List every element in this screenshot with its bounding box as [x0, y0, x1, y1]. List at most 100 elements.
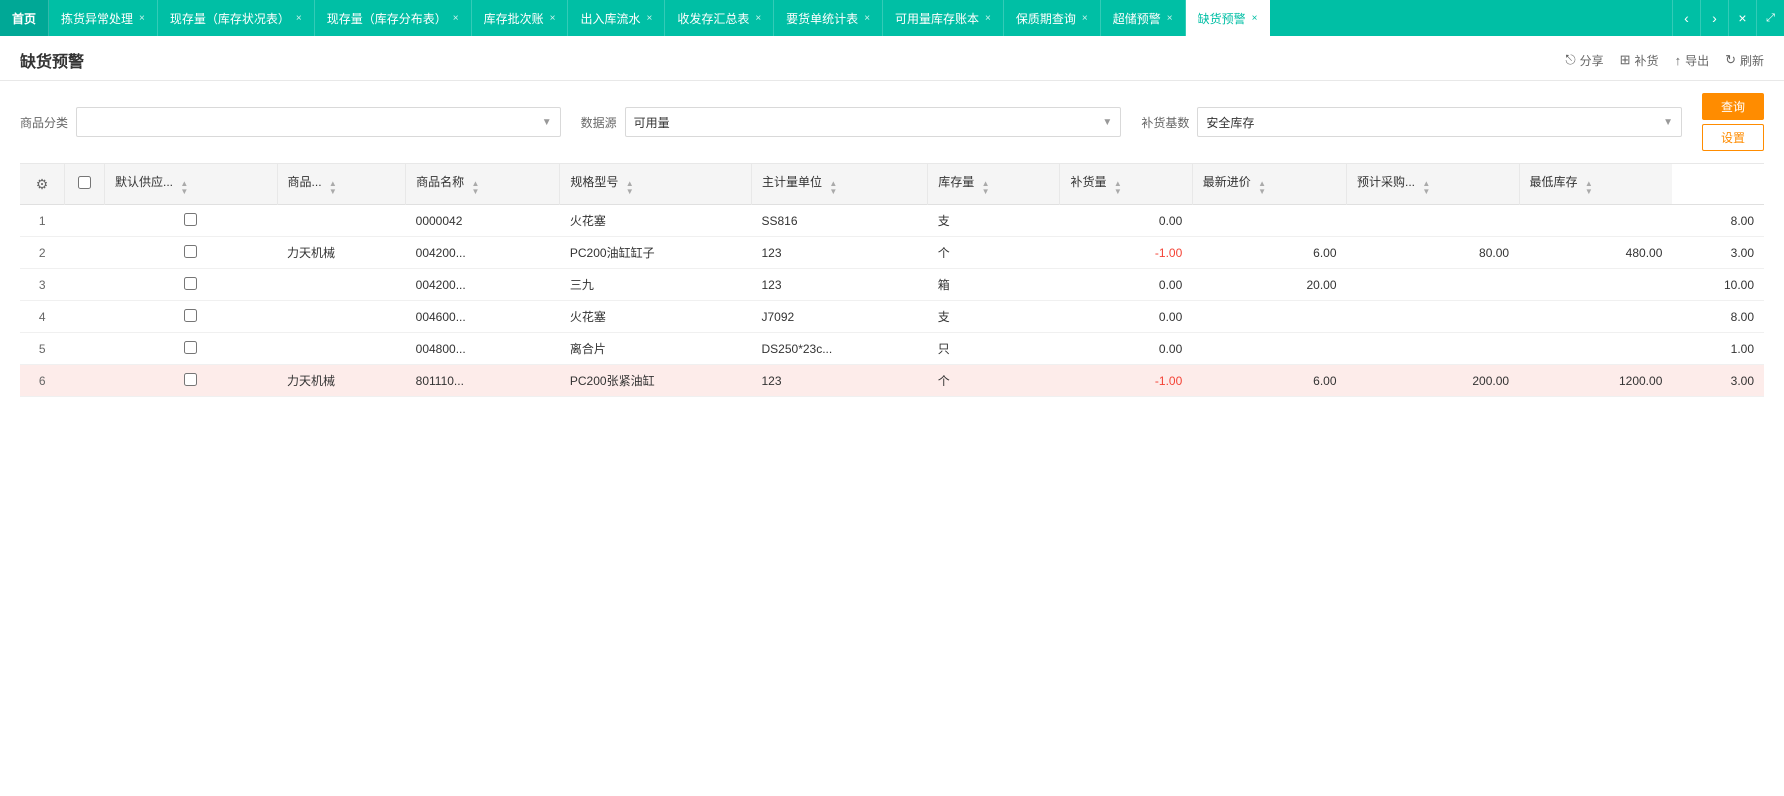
replenish-chevron-down-icon: ▼: [1663, 117, 1673, 128]
row-latest-price: [1347, 333, 1520, 365]
nav-tab-close-4[interactable]: ×: [550, 13, 556, 24]
export-icon: ↑: [1675, 53, 1682, 68]
th-stock-label: 库存量: [938, 175, 974, 189]
nav-tab-close-10[interactable]: ×: [1167, 13, 1173, 24]
row-checkbox-3[interactable]: [184, 309, 197, 322]
row-spec: 123: [752, 269, 928, 301]
row-checkbox-1[interactable]: [184, 245, 197, 258]
nav-arrow-right[interactable]: ›: [1700, 0, 1728, 36]
row-min-stock: 8.00: [1672, 205, 1764, 237]
th-stock[interactable]: 库存量 ▲▼: [928, 164, 1060, 205]
refresh-button[interactable]: ↻ 刷新: [1725, 52, 1764, 69]
row-product-code: 004800...: [406, 333, 560, 365]
row-latest-price: [1347, 269, 1520, 301]
row-product-code: 0000042: [406, 205, 560, 237]
th-min-stock[interactable]: 最低库存 ▲▼: [1519, 164, 1672, 205]
nav-tab-close-3[interactable]: ×: [453, 13, 459, 24]
th-spec[interactable]: 规格型号 ▲▼: [560, 164, 752, 205]
export-button[interactable]: ↑ 导出: [1675, 52, 1710, 69]
nav-tab-close-11[interactable]: ×: [1252, 13, 1258, 24]
row-number: 5: [20, 333, 65, 365]
nav-tab-7[interactable]: 要货单统计表 ×: [774, 0, 883, 36]
row-gear-cell: [65, 205, 105, 237]
nav-close-btn[interactable]: ×: [1728, 0, 1756, 36]
category-select[interactable]: ▼: [76, 107, 561, 137]
nav-tab-close-6[interactable]: ×: [755, 13, 761, 24]
table-row: 4 004600... 火花塞 J7092 支 0.00 8.00: [20, 301, 1764, 333]
nav-tab-2[interactable]: 现存量（库存状况表） ×: [158, 0, 315, 36]
nav-tab-close-8[interactable]: ×: [985, 13, 991, 24]
nav-tab-close-5[interactable]: ×: [646, 13, 652, 24]
refresh-label: 刷新: [1740, 52, 1764, 69]
share-button[interactable]: ⎋ 分享: [1565, 52, 1603, 69]
export-label: 导出: [1685, 52, 1709, 69]
nav-tab-home-label: 首页: [12, 10, 36, 27]
nav-tab-close-2[interactable]: ×: [296, 13, 302, 24]
row-supplier: 力天机械: [277, 365, 406, 397]
th-supplier[interactable]: 默认供应... ▲▼: [105, 164, 278, 205]
nav-tab-close-1[interactable]: ×: [139, 13, 145, 24]
share-label: 分享: [1580, 52, 1604, 69]
table-body: 1 0000042 火花塞 SS816 支 0.00 8.00 2 力天机械 0…: [20, 205, 1764, 397]
min-stock-sort-icon: ▲▼: [1585, 180, 1593, 196]
row-checkbox-cell[interactable]: [105, 237, 278, 269]
row-checkbox-cell[interactable]: [105, 365, 278, 397]
table-header-row: ⚙ 默认供应... ▲▼ 商品... ▲▼ 商品名称: [20, 164, 1764, 205]
th-product-name[interactable]: 商品名称 ▲▼: [406, 164, 560, 205]
th-est-purchase[interactable]: 预计采购... ▲▼: [1347, 164, 1520, 205]
th-latest-price[interactable]: 最新进价 ▲▼: [1192, 164, 1346, 205]
row-number: 2: [20, 237, 65, 269]
row-gear-cell: [65, 365, 105, 397]
select-all-checkbox[interactable]: [78, 176, 91, 189]
row-spec: SS816: [752, 205, 928, 237]
settings-button[interactable]: 设置: [1702, 124, 1764, 151]
row-est-purchase: 480.00: [1519, 237, 1672, 269]
th-replenish-qty[interactable]: 补货量 ▲▼: [1060, 164, 1192, 205]
nav-tab-10[interactable]: 超储预警 ×: [1101, 0, 1186, 36]
row-stock: 0.00: [1060, 205, 1192, 237]
nav-tab-close-9[interactable]: ×: [1082, 13, 1088, 24]
nav-tab-8[interactable]: 可用量库存账本 ×: [883, 0, 1004, 36]
replenish-icon: ⊞: [1620, 52, 1631, 68]
row-checkbox-5[interactable]: [184, 373, 197, 386]
nav-tab-home[interactable]: 首页: [0, 0, 49, 36]
replenish-select[interactable]: 安全库存 ▼: [1197, 107, 1682, 137]
row-checkbox-cell[interactable]: [105, 205, 278, 237]
th-product-code[interactable]: 商品... ▲▼: [277, 164, 406, 205]
replenish-button[interactable]: ⊞ 补货: [1620, 52, 1659, 69]
nav-tab-11[interactable]: 缺货预警 ×: [1186, 0, 1271, 36]
datasource-select[interactable]: 可用量 ▼: [625, 107, 1122, 137]
row-replenish-qty: [1192, 333, 1346, 365]
nav-tab-3[interactable]: 现存量（库存分布表） ×: [315, 0, 472, 36]
th-unit[interactable]: 主计量单位 ▲▼: [752, 164, 928, 205]
table-settings-icon[interactable]: ⚙: [30, 172, 54, 196]
stock-sort-icon: ▲▼: [982, 180, 990, 196]
th-product-name-label: 商品名称: [416, 175, 464, 189]
table-row: 2 力天机械 004200... PC200油缸缸子 123 个 -1.00 6…: [20, 237, 1764, 269]
row-checkbox-cell[interactable]: [105, 301, 278, 333]
row-checkbox-2[interactable]: [184, 277, 197, 290]
row-checkbox-0[interactable]: [184, 213, 197, 226]
product-code-sort-icon: ▲▼: [329, 180, 337, 196]
nav-arrow-left[interactable]: ‹: [1672, 0, 1700, 36]
nav-tab-1[interactable]: 拣货异常处理 ×: [49, 0, 158, 36]
row-latest-price: 80.00: [1347, 237, 1520, 269]
share-icon: ⎋: [1565, 52, 1575, 68]
row-checkbox-cell[interactable]: [105, 269, 278, 301]
row-checkbox-cell[interactable]: [105, 333, 278, 365]
query-button[interactable]: 查询: [1702, 93, 1764, 120]
row-checkbox-4[interactable]: [184, 341, 197, 354]
nav-tab-close-7[interactable]: ×: [864, 13, 870, 24]
nav-tab-label-4: 库存批次账: [484, 10, 544, 27]
row-number: 1: [20, 205, 65, 237]
nav-tab-5[interactable]: 出入库流水 ×: [568, 0, 665, 36]
nav-tab-6[interactable]: 收发存汇总表 ×: [665, 0, 774, 36]
nav-tab-9[interactable]: 保质期查询 ×: [1004, 0, 1101, 36]
row-est-purchase: 1200.00: [1519, 365, 1672, 397]
row-est-purchase: [1519, 301, 1672, 333]
nav-tab-4[interactable]: 库存批次账 ×: [472, 0, 569, 36]
row-spec: DS250*23c...: [752, 333, 928, 365]
row-latest-price: [1347, 301, 1520, 333]
supplier-sort-icon: ▲▼: [180, 180, 188, 196]
nav-expand-btn[interactable]: ⤢: [1756, 0, 1784, 36]
